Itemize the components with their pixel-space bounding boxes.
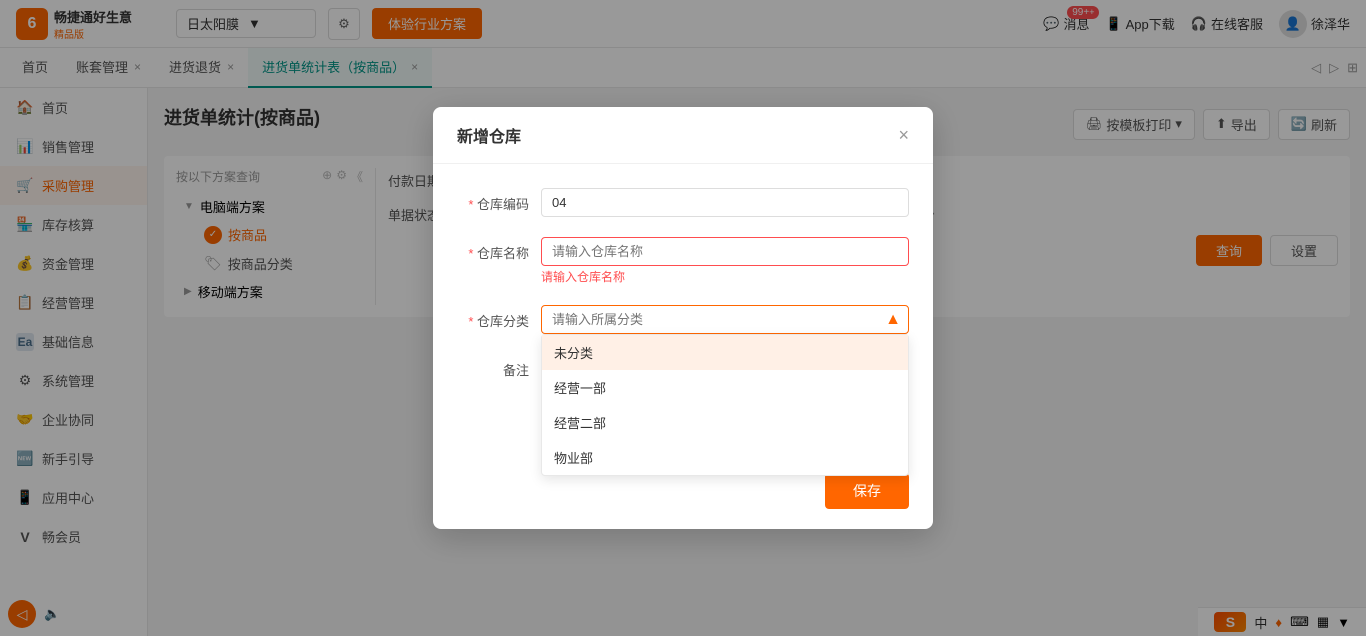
category-input-wrapper: ▲ [541,305,909,334]
name-error-tip: 请输入仓库名称 [541,268,909,285]
code-input[interactable] [541,188,909,217]
form-row-category: 仓库分类 ▲ 未分类 经营一部 经营二部 物业部 [457,305,909,334]
category-field: ▲ 未分类 经营一部 经营二部 物业部 [541,305,909,334]
name-field: 请输入仓库名称 [541,237,909,285]
dropdown-item-unclassified[interactable]: 未分类 [542,335,908,370]
modal-header: 新增仓库 × [433,107,933,164]
code-label: 仓库编码 [457,188,529,213]
dropdown-item-dept2[interactable]: 经营二部 [542,405,908,440]
modal-new-warehouse: 新增仓库 × 仓库编码 仓库名称 请输入仓库名称 仓库分类 [433,107,933,529]
modal-close-button[interactable]: × [898,125,909,146]
note-label: 备注 [457,354,529,379]
dropdown-item-property[interactable]: 物业部 [542,440,908,475]
save-button[interactable]: 保存 [825,473,909,509]
modal-body: 仓库编码 仓库名称 请输入仓库名称 仓库分类 ▲ [433,164,933,461]
category-input[interactable] [541,305,909,334]
category-toggle-icon[interactable]: ▲ [885,311,901,329]
form-row-name: 仓库名称 请输入仓库名称 [457,237,909,285]
code-field [541,188,909,217]
dropdown-item-dept1[interactable]: 经营一部 [542,370,908,405]
form-row-code: 仓库编码 [457,188,909,217]
category-label: 仓库分类 [457,305,529,330]
modal-title: 新增仓库 [457,123,521,147]
modal-overlay[interactable]: 新增仓库 × 仓库编码 仓库名称 请输入仓库名称 仓库分类 [0,0,1366,636]
name-input[interactable] [541,237,909,266]
category-dropdown: 未分类 经营一部 经营二部 物业部 [541,334,909,476]
name-label: 仓库名称 [457,237,529,262]
